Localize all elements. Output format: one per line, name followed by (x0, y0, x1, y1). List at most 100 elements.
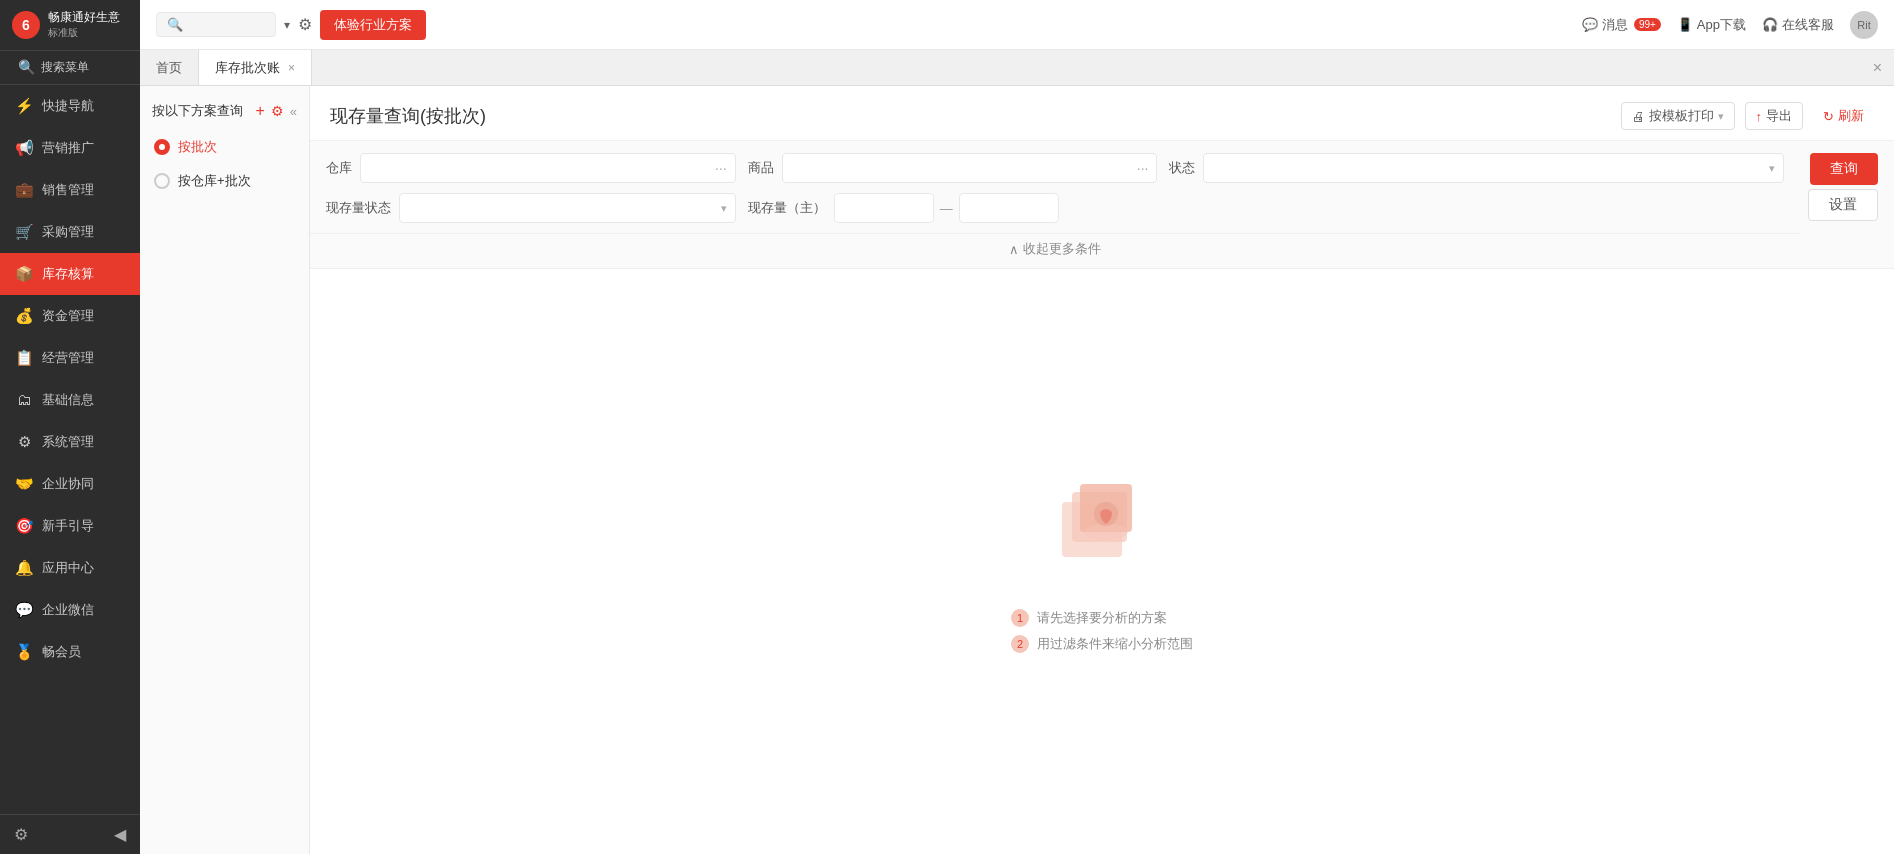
tab-home[interactable]: 首页 (140, 50, 199, 85)
content-area: 按以下方案查询 + ⚙ « 按批次 按仓库+批次 现存量查询(按批次) (140, 86, 1894, 854)
export-icon: ↑ (1756, 109, 1763, 124)
online-service-button[interactable]: 🎧 在线客服 (1762, 16, 1834, 34)
collapse-sidebar-icon[interactable]: ◀ (114, 825, 126, 844)
status-label: 状态 (1169, 159, 1195, 177)
status-select[interactable]: ▾ (1203, 153, 1784, 183)
sidebar-item-appstore[interactable]: 🔔 应用中心 (0, 547, 140, 589)
left-panel-header: 按以下方案查询 + ⚙ « (140, 96, 309, 130)
sidebar-item-system[interactable]: ⚙ 系统管理 (0, 421, 140, 463)
topbar-gear-icon[interactable]: ⚙ (298, 15, 312, 34)
collapse-filters-button[interactable]: ∧ 收起更多条件 (1009, 240, 1101, 258)
filter-buttons: 查询 设置 (1800, 141, 1894, 268)
collapse-icon: ∧ (1009, 242, 1019, 257)
stock-qty-max-input[interactable] (959, 193, 1059, 223)
tabbar: 首页 库存批次账 × × (140, 50, 1894, 86)
sidebar-nav: ⚡ 快捷导航 📢 营销推广 💼 销售管理 🛒 采购管理 📦 库存核算 💰 资金管… (0, 85, 140, 814)
sidebar-item-basics[interactable]: 🗂 基础信息 (0, 379, 140, 421)
scheme-item-warehouse-batch[interactable]: 按仓库+批次 (140, 164, 309, 198)
scheme-settings-icon[interactable]: ⚙ (271, 103, 284, 119)
sidebar-search-label: 搜索菜单 (41, 59, 89, 76)
set-button[interactable]: 设置 (1808, 189, 1878, 221)
marketing-icon: 📢 (14, 138, 34, 158)
hint-text-2: 用过滤条件来缩小分析范围 (1037, 635, 1193, 653)
user-menu[interactable]: Rit (1850, 11, 1878, 39)
left-panel: 按以下方案查询 + ⚙ « 按批次 按仓库+批次 (140, 86, 310, 854)
member-icon: 🏅 (14, 642, 34, 662)
stock-status-label: 现存量状态 (326, 199, 391, 217)
empty-illustration (1042, 462, 1162, 585)
topbar-right: 💬 消息 99+ 📱 App下载 🎧 在线客服 Rit (1582, 11, 1878, 39)
settings-bottom-icon[interactable]: ⚙ (14, 825, 28, 844)
trial-button[interactable]: 体验行业方案 (320, 10, 426, 40)
sidebar-item-quick[interactable]: ⚡ 快捷导航 (0, 85, 140, 127)
goods-label: 商品 (748, 159, 774, 177)
warehouse-input[interactable]: ··· (360, 153, 736, 183)
status-dropdown-icon: ▾ (1769, 162, 1775, 175)
sidebar-item-sales[interactable]: 💼 销售管理 (0, 169, 140, 211)
quick-icon: ⚡ (14, 96, 34, 116)
sidebar-logo: 6 畅康通好生意 标准版 (0, 0, 140, 51)
collapse-row: ∧ 收起更多条件 (310, 233, 1800, 268)
newbie-icon: 🎯 (14, 516, 34, 536)
sidebar-item-collab[interactable]: 🤝 企业协同 (0, 463, 140, 505)
sidebar-item-label: 快捷导航 (42, 97, 94, 115)
print-icon: 🖨 (1632, 109, 1645, 124)
stock-status-filter-group: 现存量状态 ▾ (326, 193, 736, 223)
print-dropdown-icon: ▾ (1718, 110, 1724, 123)
topbar: 🔍 ▾ ⚙ 体验行业方案 💬 消息 99+ 📱 App下载 🎧 在线客服 (140, 0, 1894, 50)
avatar: Rit (1850, 11, 1878, 39)
app-name: 畅康通好生意 (48, 10, 120, 26)
warehouse-label: 仓库 (326, 159, 352, 177)
sidebar-bottom: ⚙ ◀ (0, 814, 140, 854)
topbar-dropdown-icon[interactable]: ▾ (284, 18, 290, 32)
goods-input[interactable]: ··· (782, 153, 1158, 183)
warehouse-dots-btn[interactable]: ··· (715, 160, 727, 176)
add-scheme-icon[interactable]: + (255, 102, 264, 120)
operations-icon: 📋 (14, 348, 34, 368)
collapse-panel-icon[interactable]: « (290, 104, 297, 119)
goods-dots-btn[interactable]: ··· (1137, 160, 1149, 176)
stock-qty-min-input[interactable] (834, 193, 934, 223)
close-all-tabs-button[interactable]: × (1861, 50, 1894, 85)
sidebar-search[interactable]: 🔍 搜索菜单 (0, 51, 140, 85)
sidebar-item-newbie[interactable]: 🎯 新手引导 (0, 505, 140, 547)
svg-point-3 (1084, 524, 1128, 540)
query-button[interactable]: 查询 (1810, 153, 1878, 185)
tab-close-icon[interactable]: × (288, 61, 295, 75)
stock-qty-dash: — (940, 201, 953, 216)
stock-status-select[interactable]: ▾ (399, 193, 736, 223)
hint-num-1: 1 (1011, 609, 1029, 627)
filter-row-2: 现存量状态 ▾ 现存量（主） (310, 183, 1800, 233)
refresh-button[interactable]: ↻ 刷新 (1813, 103, 1874, 129)
export-button[interactable]: ↑ 导出 (1745, 102, 1804, 130)
app-download-button[interactable]: 📱 App下载 (1677, 16, 1746, 34)
sidebar-item-finance[interactable]: 💰 资金管理 (0, 295, 140, 337)
empty-state: 1 请先选择要分析的方案 2 用过滤条件来缩小分析范围 (310, 269, 1894, 854)
radio-warehouse-batch (154, 173, 170, 189)
sidebar-item-marketing[interactable]: 📢 营销推广 (0, 127, 140, 169)
filter-row-1: 仓库 ··· 商品 ··· (310, 141, 1800, 183)
hint-item-2: 2 用过滤条件来缩小分析范围 (1011, 635, 1193, 653)
sidebar-item-purchase[interactable]: 🛒 采购管理 (0, 211, 140, 253)
collab-icon: 🤝 (14, 474, 34, 494)
page-header: 现存量查询(按批次) 🖨 按模板打印 ▾ ↑ 导出 ↻ 刷新 (310, 86, 1894, 141)
hint-num-2: 2 (1011, 635, 1029, 653)
headset-icon: 🎧 (1762, 17, 1778, 32)
right-panel: 现存量查询(按批次) 🖨 按模板打印 ▾ ↑ 导出 ↻ 刷新 (310, 86, 1894, 854)
topbar-search-box[interactable]: 🔍 (156, 12, 276, 37)
tab-inventory-batch[interactable]: 库存批次账 × (199, 50, 312, 85)
sales-icon: 💼 (14, 180, 34, 200)
sidebar-item-wechat[interactable]: 💬 企业微信 (0, 589, 140, 631)
messages-button[interactable]: 💬 消息 99+ (1582, 16, 1661, 34)
main-area: 🔍 ▾ ⚙ 体验行业方案 💬 消息 99+ 📱 App下载 🎧 在线客服 (140, 0, 1894, 854)
print-button[interactable]: 🖨 按模板打印 ▾ (1621, 102, 1735, 130)
logo-icon: 6 (12, 11, 40, 39)
purchase-icon: 🛒 (14, 222, 34, 242)
sidebar-item-inventory[interactable]: 📦 库存核算 (0, 253, 140, 295)
scheme-item-batch[interactable]: 按批次 (140, 130, 309, 164)
sidebar-item-member[interactable]: 🏅 畅会员 (0, 631, 140, 673)
empty-hints: 1 请先选择要分析的方案 2 用过滤条件来缩小分析范围 (1011, 609, 1193, 661)
system-icon: ⚙ (14, 432, 34, 452)
appstore-icon: 🔔 (14, 558, 34, 578)
sidebar-item-operations[interactable]: 📋 经营管理 (0, 337, 140, 379)
